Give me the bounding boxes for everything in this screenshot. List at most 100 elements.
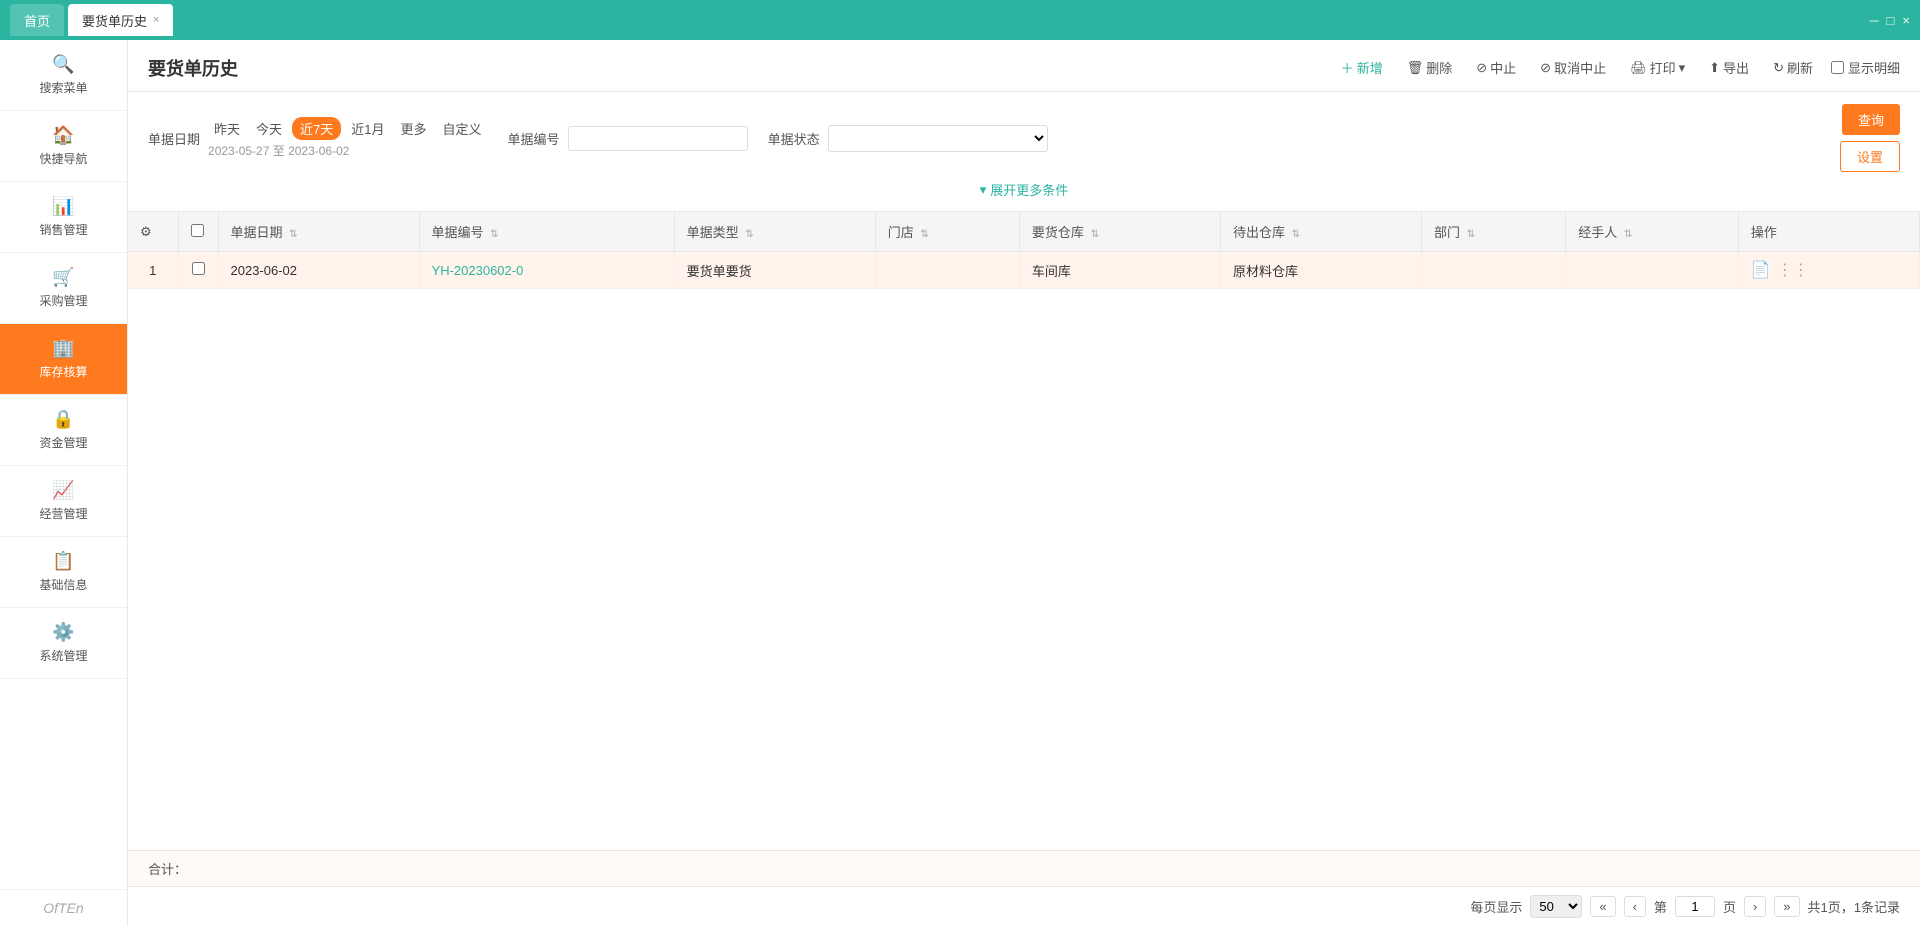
tab-close-icon[interactable]: ×: [153, 14, 159, 26]
filter-status: 单据状态: [768, 125, 1048, 152]
edit-icon[interactable]: 📄: [1751, 260, 1771, 280]
sum-label: 合计：: [148, 862, 187, 877]
sidebar-item-finance-mgmt[interactable]: 🔒 资金管理: [0, 395, 127, 466]
filter-area: 单据日期 昨天 今天 近7天 近1月 更多 自定义 2023-05-27 至 2…: [128, 92, 1920, 212]
close-window-icon[interactable]: ×: [1902, 13, 1910, 28]
top-bar: 首页 要货单历史 × ─ □ ×: [0, 0, 1920, 40]
docno-sort-icon[interactable]: ⇅: [490, 229, 498, 240]
prev-page-button[interactable]: ‹: [1624, 896, 1646, 917]
basic-info-icon: 📋: [52, 551, 74, 572]
shortcut-7days[interactable]: 近7天: [292, 117, 341, 140]
row-num: 1: [128, 252, 178, 289]
delete-icon: 🗑: [1407, 60, 1424, 76]
last-page-button[interactable]: »: [1774, 896, 1799, 917]
filter-date: 单据日期 昨天 今天 近7天 近1月 更多 自定义 2023-05-27 至 2…: [148, 117, 488, 159]
header-row: ⚙ 单据日期 ⇅ 单据编号 ⇅: [128, 212, 1920, 252]
query-button[interactable]: 查询: [1842, 104, 1900, 135]
sidebar-item-label: 搜索菜单: [39, 79, 87, 96]
row-docno-link[interactable]: YH-20230602-0: [432, 263, 524, 278]
window-controls: ─ □ ×: [1869, 13, 1910, 28]
shortcut-custom[interactable]: 自定义: [437, 117, 488, 140]
sidebar-item-sales-mgmt[interactable]: 📊 销售管理: [0, 182, 127, 253]
row-date: 2023-06-02: [218, 252, 419, 289]
next-page-button[interactable]: ›: [1744, 896, 1766, 917]
sidebar-item-sys-mgmt[interactable]: ⚙️ 系统管理: [0, 608, 127, 679]
ops-mgmt-icon: 📈: [52, 480, 74, 501]
page-input[interactable]: [1675, 896, 1715, 917]
tab-home[interactable]: 首页: [10, 4, 64, 36]
filter-row: 单据日期 昨天 今天 近7天 近1月 更多 自定义 2023-05-27 至 2…: [148, 104, 1900, 172]
col-req-warehouse: 要货仓库 ⇅: [1019, 212, 1220, 252]
table-header: ⚙ 单据日期 ⇅ 单据编号 ⇅: [128, 212, 1920, 252]
sidebar-item-ops-mgmt[interactable]: 📈 经营管理: [0, 466, 127, 537]
brand-area: OfTEn: [0, 889, 127, 926]
maximize-icon[interactable]: □: [1887, 13, 1895, 28]
shortcut-yesterday[interactable]: 昨天: [208, 117, 246, 140]
refresh-label: 刷新: [1787, 58, 1813, 77]
sidebar-item-search-menu[interactable]: 🔍 搜索菜单: [0, 40, 127, 111]
sidebar-item-basic-info[interactable]: 📋 基础信息: [0, 537, 127, 608]
pending-warehouse-sort-icon[interactable]: ⇅: [1292, 229, 1300, 240]
quick-nav-icon: 🏠: [52, 125, 74, 146]
export-label: 导出: [1723, 58, 1749, 77]
cancel-stop-button[interactable]: ⊘ 取消中止: [1534, 54, 1612, 81]
tab-active[interactable]: 要货单历史 ×: [68, 4, 173, 36]
stop-button[interactable]: ⊘ 中止: [1470, 54, 1522, 81]
row-select-checkbox[interactable]: [192, 262, 205, 275]
page-title: 要货单历史: [148, 55, 238, 81]
shortcut-1month[interactable]: 近1月: [345, 117, 390, 140]
row-handler: [1566, 252, 1739, 289]
store-sort-icon[interactable]: ⇅: [920, 229, 928, 240]
sidebar-item-label: 基础信息: [39, 576, 87, 593]
col-doctype: 单据类型 ⇅: [674, 212, 875, 252]
purchase-mgmt-icon: 🛒: [52, 267, 74, 288]
date-sort-icon[interactable]: ⇅: [289, 229, 297, 240]
export-button[interactable]: ⬆ 导出: [1703, 54, 1755, 81]
pagination-bar: 每页显示 50 100 « ‹ 第 页 › » 共1页，1条记录: [128, 886, 1920, 926]
status-select[interactable]: [828, 125, 1048, 152]
toolbar: ＋ 新增 🗑 删除 ⊘ 中止 ⊘ 取消中止: [1335, 54, 1900, 81]
sidebar-item-label: 经营管理: [39, 505, 87, 522]
sidebar-item-label: 销售管理: [39, 221, 87, 238]
row-docno: YH-20230602-0: [419, 252, 674, 289]
shortcut-today[interactable]: 今天: [250, 117, 288, 140]
delete-label: 删除: [1426, 58, 1452, 77]
page-label: 第: [1654, 897, 1667, 916]
shortcut-more[interactable]: 更多: [395, 117, 433, 140]
sidebar-item-inventory[interactable]: 🏢 库存核算: [0, 324, 127, 395]
delete-button[interactable]: 🗑 删除: [1401, 54, 1459, 81]
doctype-sort-icon[interactable]: ⇅: [745, 229, 753, 240]
sidebar-item-quick-nav[interactable]: 🏠 快捷导航: [0, 111, 127, 182]
col-date: 单据日期 ⇅: [218, 212, 419, 252]
more-icon[interactable]: ⋮⋮: [1777, 260, 1809, 280]
expand-more-label: 展开更多条件: [990, 180, 1068, 199]
page-size-select[interactable]: 50 100: [1530, 895, 1582, 918]
refresh-button[interactable]: ↻ 刷新: [1767, 54, 1819, 81]
filter-actions: 查询 设置: [1840, 104, 1900, 172]
first-page-button[interactable]: «: [1590, 896, 1615, 917]
filter-docno: 单据编号: [508, 126, 748, 151]
display-detail-checkbox[interactable]: [1831, 61, 1844, 74]
print-icon: 🖨: [1630, 60, 1647, 76]
minimize-icon[interactable]: ─: [1869, 13, 1878, 28]
select-all-checkbox[interactable]: [191, 224, 204, 237]
new-button[interactable]: ＋ 新增: [1335, 54, 1389, 81]
col-department: 部门 ⇅: [1421, 212, 1565, 252]
handler-sort-icon[interactable]: ⇅: [1624, 229, 1632, 240]
col-settings: ⚙: [128, 212, 178, 252]
req-warehouse-sort-icon[interactable]: ⇅: [1091, 229, 1099, 240]
print-button[interactable]: 🖨 打印 ▾: [1624, 54, 1691, 81]
expand-more-button[interactable]: ▾ 展开更多条件: [148, 180, 1900, 199]
settings-button[interactable]: 设置: [1840, 141, 1900, 172]
display-detail-toggle[interactable]: 显示明细: [1831, 58, 1900, 77]
sidebar-item-purchase-mgmt[interactable]: 🛒 采购管理: [0, 253, 127, 324]
department-sort-icon[interactable]: ⇅: [1467, 229, 1475, 240]
date-filter-label: 单据日期: [148, 129, 200, 148]
docno-filter-label: 单据编号: [508, 129, 560, 148]
docno-input[interactable]: [568, 126, 748, 151]
tab-active-label: 要货单历史: [82, 11, 147, 30]
row-doctype: 要货单要货: [674, 252, 875, 289]
status-filter-label: 单据状态: [768, 129, 820, 148]
row-store: [875, 252, 1019, 289]
col-handler: 经手人 ⇅: [1566, 212, 1739, 252]
